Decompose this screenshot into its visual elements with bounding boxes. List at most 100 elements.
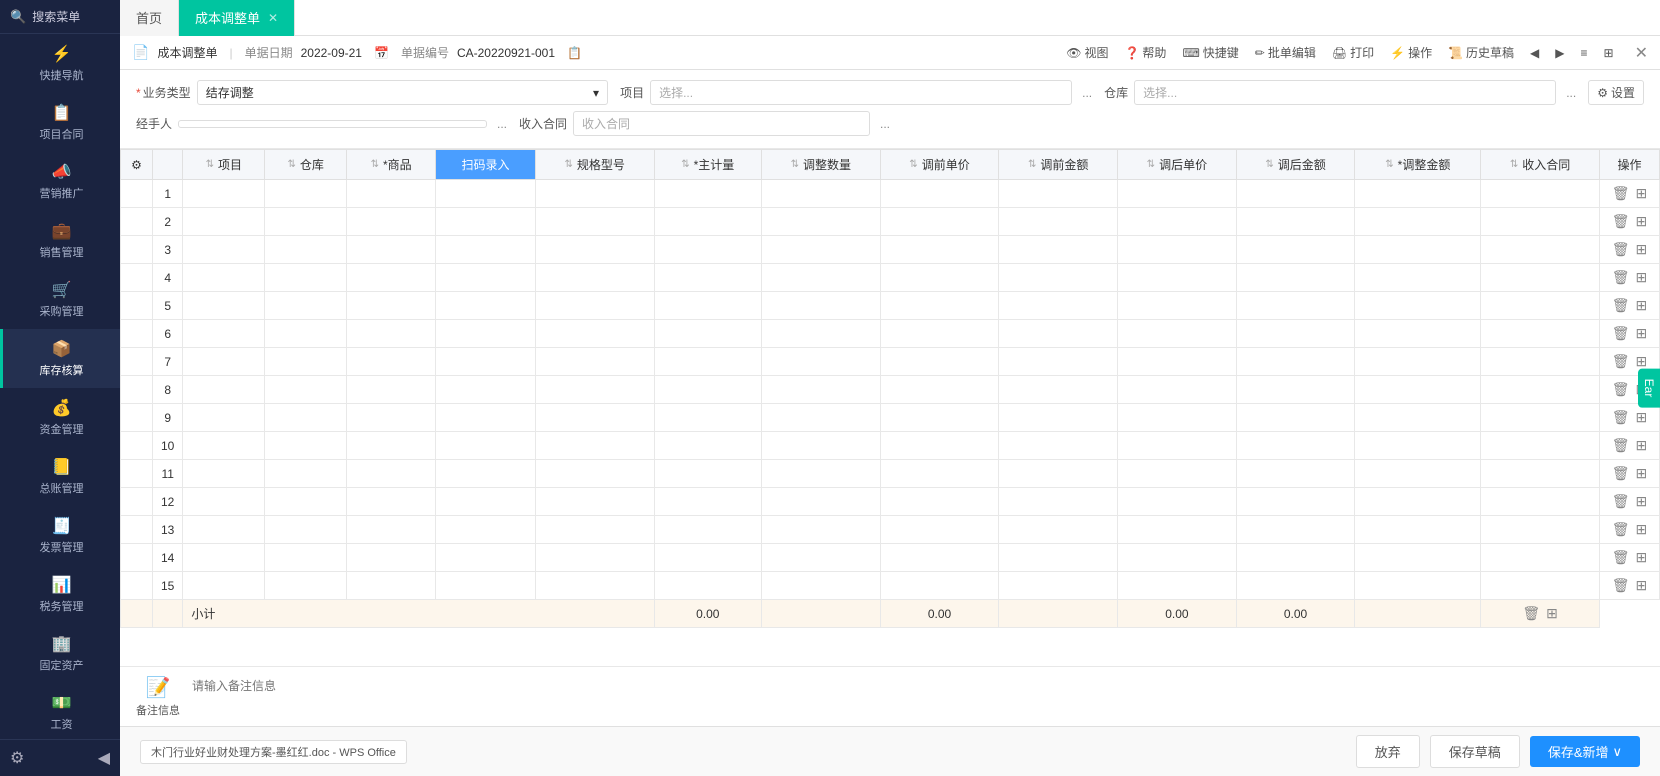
cell-3-1[interactable]: [265, 236, 347, 264]
cell-2-2[interactable]: [347, 208, 436, 236]
cell-7-3[interactable]: [436, 348, 536, 376]
cell-10-2[interactable]: [347, 432, 436, 460]
toolbar-nav-1[interactable]: ▶: [1550, 44, 1569, 62]
cell-1-4[interactable]: [535, 180, 654, 208]
cell-6-11[interactable]: [1355, 320, 1481, 348]
cell-11-5[interactable]: [654, 460, 761, 488]
cell-5-8[interactable]: [999, 292, 1118, 320]
cell-3-7[interactable]: [880, 236, 999, 264]
cell-11-12[interactable]: [1481, 460, 1600, 488]
cell-3-2[interactable]: [347, 236, 436, 264]
cell-9-11[interactable]: [1355, 404, 1481, 432]
cell-1-8[interactable]: [999, 180, 1118, 208]
cell-8-1[interactable]: [265, 376, 347, 404]
cell-15-1[interactable]: [265, 572, 347, 600]
cell-6-0[interactable]: [183, 320, 265, 348]
cell-6-9[interactable]: [1118, 320, 1237, 348]
copy-icon-2[interactable]: ⊞: [1636, 213, 1648, 230]
cell-7-1[interactable]: [265, 348, 347, 376]
cell-14-8[interactable]: [999, 544, 1118, 572]
row-setting-13[interactable]: [121, 516, 153, 544]
cell-6-3[interactable]: [436, 320, 536, 348]
cell-11-7[interactable]: [880, 460, 999, 488]
cell-14-10[interactable]: [1236, 544, 1355, 572]
cell-2-10[interactable]: [1236, 208, 1355, 236]
copy-icon-4[interactable]: ⊞: [1636, 269, 1648, 286]
collapse-icon[interactable]: ◀: [98, 748, 110, 768]
cell-4-0[interactable]: [183, 264, 265, 292]
cell-15-4[interactable]: [535, 572, 654, 600]
cell-7-6[interactable]: [761, 348, 880, 376]
cell-3-0[interactable]: [183, 236, 265, 264]
cell-4-9[interactable]: [1118, 264, 1237, 292]
tab-cost-adjust[interactable]: 成本调整单✕: [179, 0, 295, 36]
cell-6-6[interactable]: [761, 320, 880, 348]
cell-4-10[interactable]: [1236, 264, 1355, 292]
cell-5-4[interactable]: [535, 292, 654, 320]
cell-6-4[interactable]: [535, 320, 654, 348]
cell-5-1[interactable]: [265, 292, 347, 320]
cell-4-3[interactable]: [436, 264, 536, 292]
cell-15-8[interactable]: [999, 572, 1118, 600]
cell-10-4[interactable]: [535, 432, 654, 460]
cell-10-5[interactable]: [654, 432, 761, 460]
cell-13-12[interactable]: [1481, 516, 1600, 544]
copy-icon-9[interactable]: ⊞: [1636, 409, 1648, 426]
cell-10-6[interactable]: [761, 432, 880, 460]
cell-7-11[interactable]: [1355, 348, 1481, 376]
cell-13-4[interactable]: [535, 516, 654, 544]
cell-6-5[interactable]: [654, 320, 761, 348]
cell-13-7[interactable]: [880, 516, 999, 544]
sidebar-item-quick-nav[interactable]: ⚡ 快捷导航: [0, 34, 120, 93]
business-type-select[interactable]: 结存调整 ▾: [197, 80, 608, 105]
cell-2-5[interactable]: [654, 208, 761, 236]
cell-3-12[interactable]: [1481, 236, 1600, 264]
cell-11-11[interactable]: [1355, 460, 1481, 488]
cell-4-12[interactable]: [1481, 264, 1600, 292]
tab-home[interactable]: 首页: [120, 0, 179, 36]
cell-12-11[interactable]: [1355, 488, 1481, 516]
copy-icon-6[interactable]: ⊞: [1636, 325, 1648, 342]
cell-15-12[interactable]: [1481, 572, 1600, 600]
cell-2-8[interactable]: [999, 208, 1118, 236]
cell-9-1[interactable]: [265, 404, 347, 432]
cell-4-7[interactable]: [880, 264, 999, 292]
cell-3-11[interactable]: [1355, 236, 1481, 264]
cell-1-10[interactable]: [1236, 180, 1355, 208]
cell-9-3[interactable]: [436, 404, 536, 432]
cell-11-9[interactable]: [1118, 460, 1237, 488]
cell-14-4[interactable]: [535, 544, 654, 572]
cell-12-1[interactable]: [265, 488, 347, 516]
cell-9-12[interactable]: [1481, 404, 1600, 432]
subtotal-copy[interactable]: ⊞: [1546, 605, 1558, 622]
cell-11-8[interactable]: [999, 460, 1118, 488]
cell-7-4[interactable]: [535, 348, 654, 376]
cell-7-10[interactable]: [1236, 348, 1355, 376]
cell-11-4[interactable]: [535, 460, 654, 488]
cell-14-0[interactable]: [183, 544, 265, 572]
cell-7-5[interactable]: [654, 348, 761, 376]
save-new-button[interactable]: 保存&新增 ∨: [1530, 736, 1640, 767]
cell-4-6[interactable]: [761, 264, 880, 292]
delete-icon-3[interactable]: 🗑: [1612, 241, 1630, 258]
copy-icon-15[interactable]: ⊞: [1636, 577, 1648, 594]
cell-9-4[interactable]: [535, 404, 654, 432]
cell-9-2[interactable]: [347, 404, 436, 432]
toolbar-btn-operations[interactable]: ⚡操作: [1385, 42, 1437, 63]
col-scan-input[interactable]: 扫码录入: [436, 150, 536, 180]
tab-close-cost-adjust[interactable]: ✕: [268, 11, 278, 25]
warehouse-dots[interactable]: ...: [1566, 86, 1576, 100]
copy-icon-11[interactable]: ⊞: [1636, 465, 1648, 482]
copy-icon-10[interactable]: ⊞: [1636, 437, 1648, 454]
cell-8-12[interactable]: [1481, 376, 1600, 404]
copy-icon-14[interactable]: ⊞: [1636, 549, 1648, 566]
cell-15-5[interactable]: [654, 572, 761, 600]
copy-icon-7[interactable]: ⊞: [1636, 353, 1648, 370]
cell-13-5[interactable]: [654, 516, 761, 544]
sidebar-item-finance[interactable]: 💰 资金管理: [0, 388, 120, 447]
toolbar-btn-batch-edit[interactable]: ✏批单编辑: [1250, 42, 1321, 63]
cell-10-7[interactable]: [880, 432, 999, 460]
cell-1-3[interactable]: [436, 180, 536, 208]
cell-5-5[interactable]: [654, 292, 761, 320]
cell-7-7[interactable]: [880, 348, 999, 376]
